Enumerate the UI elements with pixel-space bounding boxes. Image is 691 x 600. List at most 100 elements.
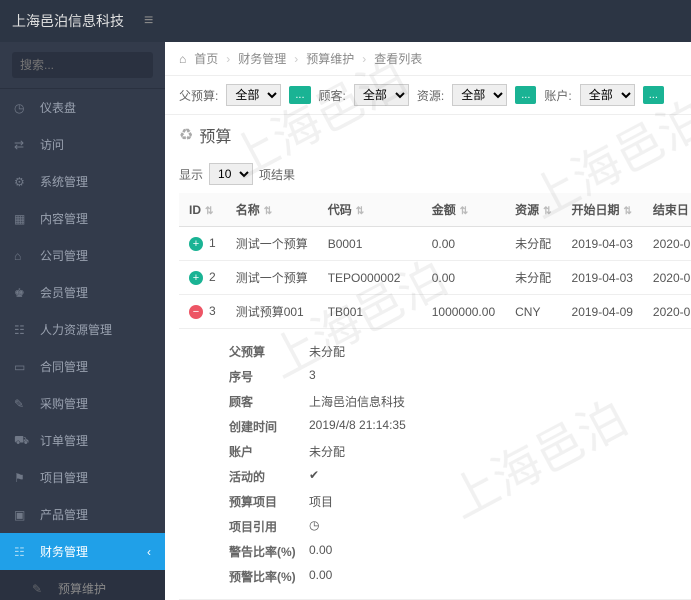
filter-account-label: 账户:: [544, 87, 571, 104]
brand-title: 上海邑泊信息科技: [12, 11, 124, 31]
expand-icon[interactable]: +: [189, 271, 203, 285]
table-row[interactable]: +1 测试一个预算 B0001 0.00 未分配 2019-04-03 2020…: [179, 227, 691, 261]
sidebar-item-label: 订单管理: [40, 432, 88, 449]
filter-parent-select[interactable]: 全部: [226, 84, 281, 106]
detail-label: 预警比率(%): [229, 568, 309, 585]
filter-resource-label: 资源:: [417, 87, 444, 104]
access-icon: ⇄: [14, 138, 30, 152]
sidebar-item-label: 项目管理: [40, 469, 88, 486]
detail-label: 项目引用: [229, 518, 309, 535]
member-icon: ♚: [14, 286, 30, 300]
sidebar-item-access[interactable]: ⇄ 访问: [0, 126, 165, 163]
detail-label: 警告比率(%): [229, 543, 309, 560]
cell-amount: 1000000.00: [422, 295, 505, 329]
breadcrumb-item[interactable]: 财务管理: [238, 50, 286, 67]
cell-resource: 未分配: [505, 227, 561, 261]
breadcrumb: ⌂ 首页 › 财务管理 › 预算维护 › 查看列表: [165, 42, 691, 76]
detail-value: 0.00: [309, 543, 332, 560]
show-label: 显示: [179, 166, 203, 183]
sidebar-item-label: 人力资源管理: [40, 321, 112, 338]
detail-row-expanded: 父预算未分配 序号3 顾客上海邑泊信息科技 创建时间2019/4/8 21:14…: [179, 329, 691, 600]
breadcrumb-item: 查看列表: [374, 50, 422, 67]
collapse-icon[interactable]: −: [189, 305, 203, 319]
cell-start: 2019-04-09: [562, 295, 643, 329]
col-start[interactable]: 开始日期⇅: [562, 193, 643, 227]
home-icon[interactable]: ⌂: [179, 52, 186, 66]
detail-value: 3: [309, 368, 316, 385]
breadcrumb-sep: ›: [362, 52, 366, 66]
cell-start: 2019-04-03: [562, 261, 643, 295]
filter-resource-select[interactable]: 全部: [452, 84, 507, 106]
detail-label: 账户: [229, 443, 309, 460]
sort-icon: ⇅: [205, 206, 213, 217]
cell-name: 测试一个预算: [226, 227, 318, 261]
col-code[interactable]: 代码⇅: [318, 193, 422, 227]
sidebar-item-order[interactable]: ⛟订单管理: [0, 422, 165, 459]
detail-label: 序号: [229, 368, 309, 385]
search-input[interactable]: [12, 52, 153, 78]
cell-resource: CNY: [505, 295, 561, 329]
col-amount[interactable]: 金额⇅: [422, 193, 505, 227]
breadcrumb-item[interactable]: 首页: [194, 50, 218, 67]
filter-parent-label: 父预算:: [179, 87, 218, 104]
menu-toggle-icon[interactable]: ≡: [144, 12, 153, 30]
budget-table: ID⇅ 名称⇅ 代码⇅ 金额⇅ 资源⇅ 开始日期⇅ 结束日 +1 测试一个预算 …: [179, 193, 691, 600]
cell-end: 2020-0: [643, 295, 691, 329]
breadcrumb-sep: ›: [226, 52, 230, 66]
filter-customer-select[interactable]: 全部: [354, 84, 409, 106]
subnav-budget-maintain[interactable]: ✎预算维护: [0, 570, 165, 600]
sidebar-item-label: 系统管理: [40, 173, 88, 190]
sidebar-item-label: 采购管理: [40, 395, 88, 412]
col-id[interactable]: ID⇅: [179, 193, 226, 227]
cell-id: 2: [209, 270, 216, 284]
chevron-down-icon: ‹: [147, 545, 151, 559]
edit-icon: ✎: [32, 582, 48, 596]
sidebar-item-member[interactable]: ♚ 会员管理: [0, 274, 165, 311]
sidebar-item-company[interactable]: ⌂公司管理: [0, 237, 165, 274]
col-name[interactable]: 名称⇅: [226, 193, 318, 227]
filter-parent-btn[interactable]: ...: [289, 86, 310, 104]
clock-icon: ◷: [309, 518, 319, 535]
cell-code: TB001: [318, 295, 422, 329]
col-end[interactable]: 结束日: [643, 193, 691, 227]
filter-account-btn[interactable]: ...: [643, 86, 664, 104]
sidebar-item-dashboard[interactable]: ◷仪表盘: [0, 89, 165, 126]
breadcrumb-item[interactable]: 预算维护: [306, 50, 354, 67]
table-row[interactable]: −3 测试预算001 TB001 1000000.00 CNY 2019-04-…: [179, 295, 691, 329]
cell-end: 2020-0: [643, 227, 691, 261]
detail-value: 项目: [309, 493, 333, 510]
project-icon: ⚑: [14, 471, 30, 485]
sidebar-item-purchase[interactable]: ✎采购管理: [0, 385, 165, 422]
sidebar-item-product[interactable]: ▣产品管理: [0, 496, 165, 533]
content-icon: ▦: [14, 212, 30, 226]
sidebar-item-project[interactable]: ⚑ 项目管理: [0, 459, 165, 496]
sort-icon: ⇅: [356, 206, 364, 217]
sidebar-item-content[interactable]: ▦ 内容管理: [0, 200, 165, 237]
sidebar-item-hr[interactable]: ☷人力资源管理: [0, 311, 165, 348]
filter-customer-label: 顾客:: [319, 87, 346, 104]
page-size-select[interactable]: 10: [209, 163, 253, 185]
show-suffix: 项结果: [259, 166, 295, 183]
sidebar-item-contract[interactable]: ▭合同管理: [0, 348, 165, 385]
sidebar-item-label: 公司管理: [40, 247, 88, 264]
expand-icon[interactable]: +: [189, 237, 203, 251]
sidebar-item-system[interactable]: ⚙系统管理: [0, 163, 165, 200]
sort-icon: ⇅: [460, 206, 468, 217]
filter-resource-btn[interactable]: ...: [515, 86, 536, 104]
breadcrumb-sep: ›: [294, 52, 298, 66]
page-title: 预算: [199, 123, 231, 147]
cell-code: TEPO000002: [318, 261, 422, 295]
cell-id: 1: [209, 236, 216, 250]
sidebar-item-finance[interactable]: ☷财务管理‹: [0, 533, 165, 570]
sidebar-item-label: 访问: [40, 136, 64, 153]
sidebar-item-label: 内容管理: [40, 210, 88, 227]
cell-resource: 未分配: [505, 261, 561, 295]
cell-id: 3: [209, 304, 216, 318]
detail-value: 0.00: [309, 568, 332, 585]
refresh-icon[interactable]: ♻: [179, 125, 193, 145]
table-row[interactable]: +2 测试一个预算 TEPO000002 0.00 未分配 2019-04-03…: [179, 261, 691, 295]
checkbox-icon: ✔: [309, 468, 319, 485]
sidebar-item-label: 会员管理: [40, 284, 88, 301]
col-resource[interactable]: 资源⇅: [505, 193, 561, 227]
filter-account-select[interactable]: 全部: [580, 84, 635, 106]
